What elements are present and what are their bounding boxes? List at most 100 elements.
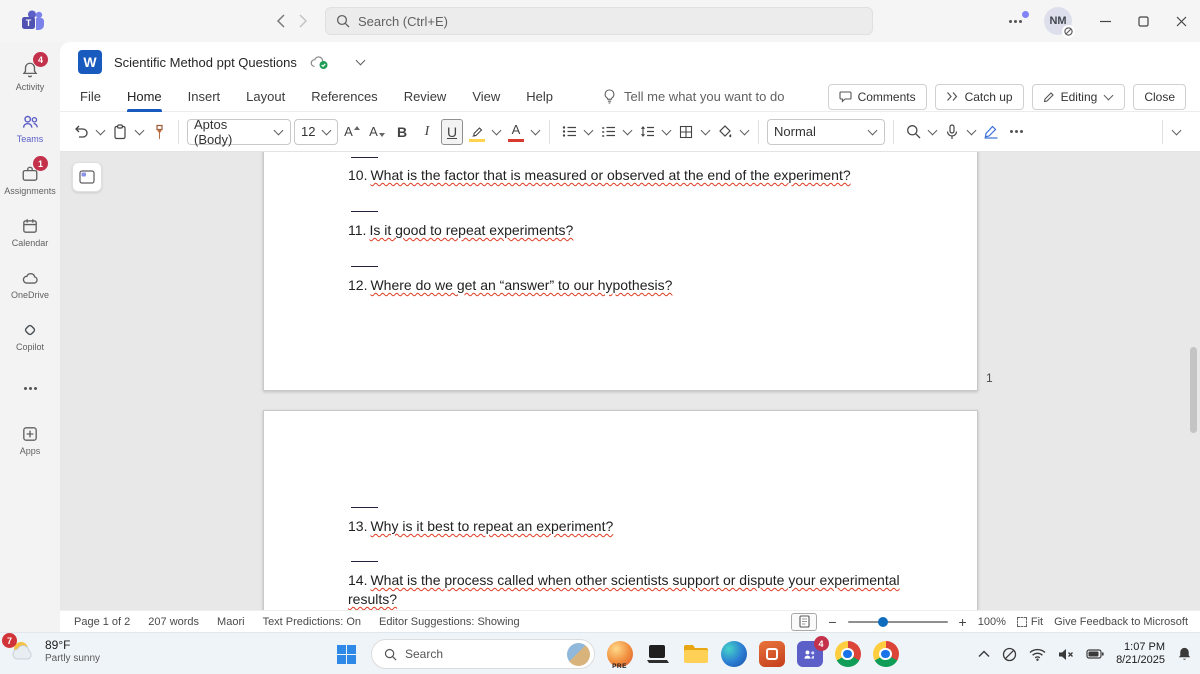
- print-layout-view-button[interactable]: [791, 612, 818, 631]
- borders-chevron-icon[interactable]: [700, 125, 711, 135]
- borders-button[interactable]: [675, 119, 697, 145]
- ribbon-collapse-chevron-icon[interactable]: [1171, 125, 1182, 135]
- undo-button[interactable]: [70, 119, 92, 145]
- tray-expand-chevron-icon[interactable]: [978, 650, 990, 658]
- editor-button[interactable]: [980, 119, 1002, 145]
- sidebar-item-apps[interactable]: Apps: [2, 414, 58, 466]
- page-1[interactable]: 10. What is the factor that is measured o…: [263, 152, 978, 391]
- dictate-button[interactable]: [941, 119, 963, 145]
- sidebar-item-activity[interactable]: 4 Activity: [2, 50, 58, 102]
- document-canvas[interactable]: 10. What is the factor that is measured o…: [60, 152, 1200, 610]
- zoom-level[interactable]: 100%: [978, 616, 1006, 628]
- sidebar-item-onedrive[interactable]: OneDrive: [2, 258, 58, 310]
- file-explorer-icon[interactable]: [682, 641, 709, 668]
- zoom-out-button[interactable]: −: [828, 614, 836, 630]
- teams-search[interactable]: [325, 7, 873, 35]
- bullets-button[interactable]: [558, 119, 580, 145]
- notification-bell-icon[interactable]: [1177, 646, 1192, 662]
- numbering-button[interactable]: [597, 119, 619, 145]
- chrome-icon[interactable]: [834, 641, 861, 668]
- italic-button[interactable]: I: [416, 119, 438, 145]
- forward-arrow-icon[interactable]: [299, 14, 308, 28]
- question-line[interactable]: 10. What is the factor that is measured o…: [348, 166, 901, 185]
- font-size-select[interactable]: 12: [294, 118, 338, 145]
- undo-chevron-icon[interactable]: [95, 125, 106, 135]
- question-line[interactable]: 14. What is the process called when other…: [348, 571, 901, 609]
- answer-blank[interactable]: [351, 266, 378, 267]
- numbering-chevron-icon[interactable]: [622, 125, 633, 135]
- grow-font-button[interactable]: A: [341, 119, 363, 145]
- status-language[interactable]: Maori: [217, 616, 245, 628]
- status-editor-suggestions[interactable]: Editor Suggestions: Showing: [379, 616, 520, 628]
- taskbar-search[interactable]: Search: [371, 639, 595, 669]
- shading-chevron-icon[interactable]: [739, 125, 750, 135]
- find-chevron-icon[interactable]: [927, 125, 938, 135]
- teams-taskbar-icon[interactable]: 4: [796, 636, 829, 668]
- font-color-button[interactable]: A: [505, 119, 527, 145]
- start-button[interactable]: [333, 641, 360, 668]
- editing-mode-button[interactable]: Editing: [1031, 83, 1126, 110]
- catch-up-button[interactable]: Catch up: [934, 83, 1024, 110]
- menu-home[interactable]: Home: [126, 82, 162, 112]
- device-app-icon[interactable]: [644, 641, 671, 668]
- paste-chevron-icon[interactable]: [134, 125, 145, 135]
- bullets-chevron-icon[interactable]: [583, 125, 594, 135]
- edge-browser-icon[interactable]: [720, 641, 747, 668]
- font-name-select[interactable]: Aptos (Body): [187, 117, 291, 147]
- chrome-profile-icon[interactable]: [872, 641, 899, 668]
- pane-toggle-button[interactable]: [72, 162, 102, 192]
- menu-help[interactable]: Help: [526, 82, 553, 112]
- ribbon-more-button[interactable]: [1005, 119, 1027, 145]
- shrink-font-button[interactable]: A: [366, 119, 388, 145]
- status-text-predictions[interactable]: Text Predictions: On: [263, 616, 361, 628]
- answer-blank[interactable]: [351, 507, 378, 508]
- underline-button[interactable]: U: [441, 118, 463, 145]
- line-spacing-chevron-icon[interactable]: [661, 125, 672, 135]
- sidebar-item-teams[interactable]: Teams: [2, 102, 58, 154]
- answer-blank[interactable]: [351, 561, 378, 562]
- sidebar-item-more[interactable]: [2, 362, 58, 414]
- search-highlight-image[interactable]: [567, 642, 590, 666]
- do-not-disturb-icon[interactable]: [1002, 647, 1017, 662]
- dictate-chevron-icon[interactable]: [966, 125, 977, 135]
- menu-review[interactable]: Review: [404, 82, 447, 112]
- menu-layout[interactable]: Layout: [246, 82, 285, 112]
- tell-me-box[interactable]: Tell me what you want to do: [603, 89, 784, 104]
- weather-widget[interactable]: 7 89°F Partly sunny: [2, 633, 100, 667]
- paste-button[interactable]: [109, 119, 131, 145]
- teams-search-input[interactable]: [358, 13, 862, 29]
- answer-blank[interactable]: [351, 211, 378, 212]
- line-spacing-button[interactable]: [636, 119, 658, 145]
- vertical-scrollbar[interactable]: [1190, 347, 1197, 433]
- menu-insert[interactable]: Insert: [188, 82, 221, 112]
- menu-view[interactable]: View: [472, 82, 500, 112]
- page-2[interactable]: 13. Why is it best to repeat an experimen…: [263, 410, 978, 610]
- sidebar-item-assignments[interactable]: 1 Assignments: [2, 154, 58, 206]
- menu-references[interactable]: References: [311, 82, 377, 112]
- question-line[interactable]: 12. Where do we get an “answer” to our hy…: [348, 276, 901, 295]
- avatar[interactable]: NM: [1044, 7, 1075, 38]
- maximize-button[interactable]: [1124, 0, 1162, 42]
- styles-select[interactable]: Normal: [767, 118, 885, 145]
- shading-button[interactable]: [714, 119, 736, 145]
- titlebar-more-icon[interactable]: [998, 10, 1032, 23]
- question-line[interactable]: 13. Why is it best to repeat an experimen…: [348, 517, 901, 536]
- question-line[interactable]: 11. Is it good to repeat experiments?: [348, 221, 901, 240]
- close-button[interactable]: [1162, 0, 1200, 42]
- sidebar-item-calendar[interactable]: Calendar: [2, 206, 58, 258]
- battery-icon[interactable]: [1086, 649, 1104, 659]
- document-title[interactable]: Scientific Method ppt Questions: [114, 55, 297, 70]
- zoom-slider[interactable]: [847, 616, 948, 627]
- format-painter-button[interactable]: [148, 119, 170, 145]
- bold-button[interactable]: B: [391, 119, 413, 145]
- sidebar-item-copilot[interactable]: Copilot: [2, 310, 58, 362]
- browser-preview-icon[interactable]: PRE: [606, 641, 633, 670]
- close-document-button[interactable]: Close: [1133, 83, 1186, 110]
- title-chevron-down-icon[interactable]: [355, 55, 366, 66]
- menu-file[interactable]: File: [80, 82, 101, 112]
- volume-muted-icon[interactable]: [1058, 648, 1074, 661]
- wifi-icon[interactable]: [1029, 648, 1046, 661]
- find-button[interactable]: [902, 119, 924, 145]
- comments-button[interactable]: Comments: [827, 83, 927, 110]
- answer-blank[interactable]: [351, 157, 378, 158]
